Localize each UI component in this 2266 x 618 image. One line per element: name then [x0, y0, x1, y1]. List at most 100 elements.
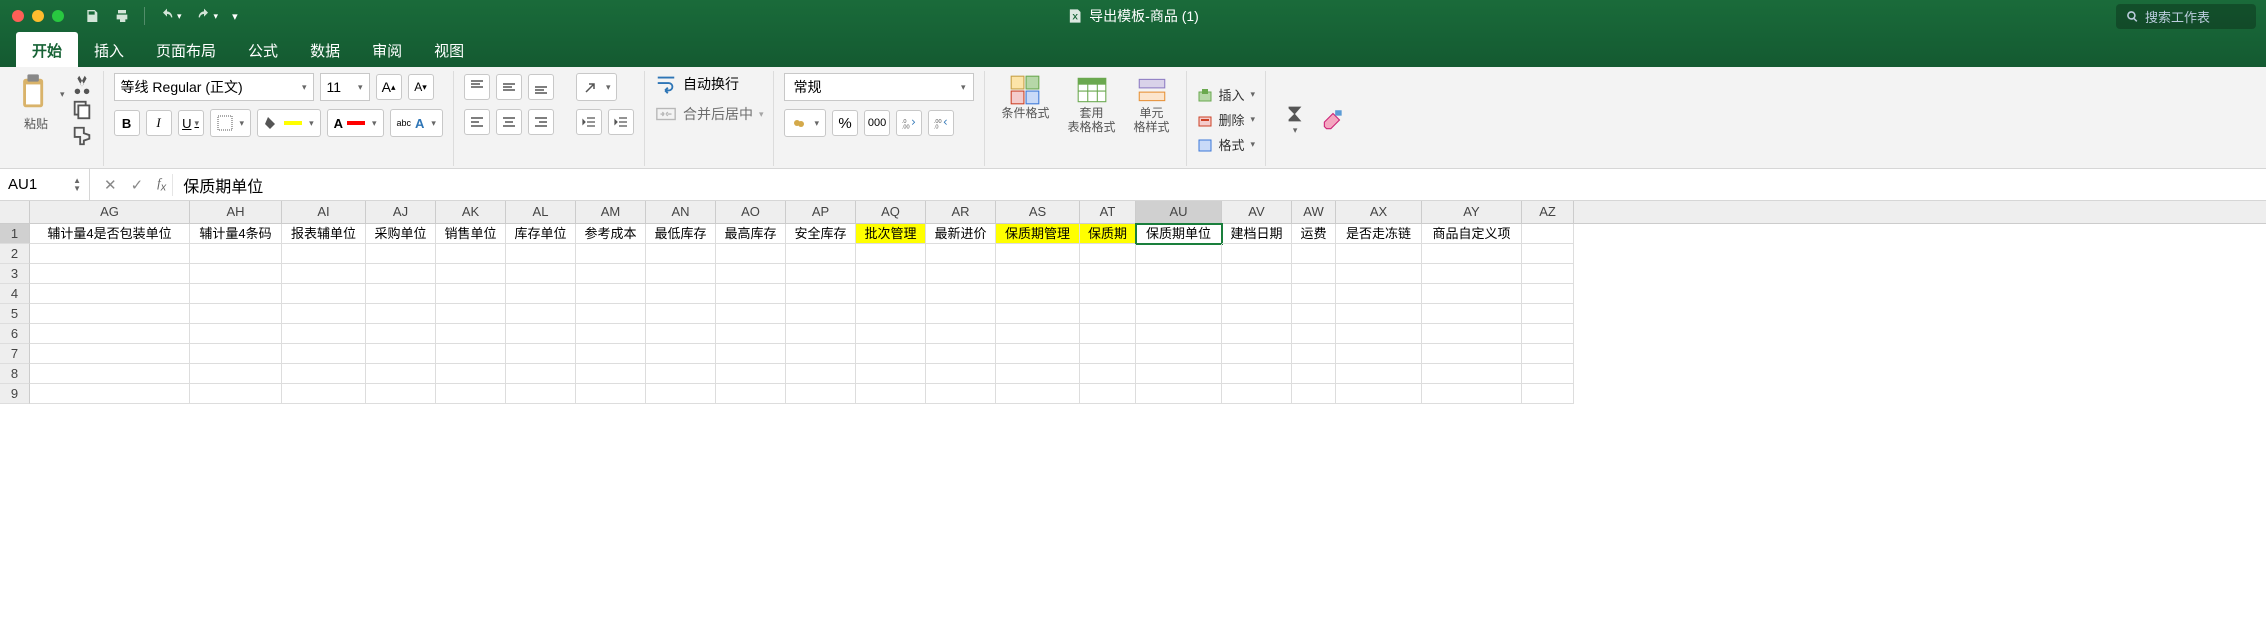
column-header[interactable]: AH	[190, 201, 282, 223]
cell[interactable]	[1422, 244, 1522, 264]
cell[interactable]	[1336, 264, 1422, 284]
copy-icon[interactable]	[71, 99, 93, 121]
cell[interactable]	[190, 344, 282, 364]
cell[interactable]	[1522, 304, 1574, 324]
cell[interactable]	[996, 264, 1080, 284]
cell[interactable]	[646, 304, 716, 324]
cell[interactable]	[716, 244, 786, 264]
conditional-format-button[interactable]: 条件格式	[995, 73, 1055, 121]
align-center-button[interactable]	[496, 109, 522, 135]
cell[interactable]	[1422, 304, 1522, 324]
row-header[interactable]: 9	[0, 384, 30, 404]
orientation-button[interactable]	[576, 73, 618, 101]
decrease-indent-button[interactable]	[576, 109, 602, 135]
cell[interactable]: 报表辅单位	[282, 224, 366, 244]
cell[interactable]	[646, 284, 716, 304]
cell[interactable]	[1422, 364, 1522, 384]
column-header[interactable]: AK	[436, 201, 506, 223]
insert-cells-button[interactable]: 插入▾	[1197, 85, 1256, 104]
cancel-formula-button[interactable]: ✕	[104, 176, 117, 194]
column-header[interactable]: AJ	[366, 201, 436, 223]
cell[interactable]	[996, 344, 1080, 364]
cell[interactable]	[716, 304, 786, 324]
autosum-button[interactable]: ▾	[1276, 103, 1314, 136]
cell[interactable]	[1422, 384, 1522, 404]
cell[interactable]	[786, 264, 856, 284]
cell[interactable]	[786, 284, 856, 304]
column-header[interactable]: AI	[282, 201, 366, 223]
column-header[interactable]: AY	[1422, 201, 1522, 223]
phonetic-button[interactable]: abcA	[390, 109, 443, 137]
cell[interactable]	[436, 324, 506, 344]
cell[interactable]	[436, 344, 506, 364]
cell[interactable]	[856, 304, 926, 324]
cell[interactable]	[996, 384, 1080, 404]
cell[interactable]	[1222, 384, 1292, 404]
cell[interactable]	[436, 244, 506, 264]
spreadsheet-grid[interactable]: AGAHAIAJAKALAMANAOAPAQARASATAUAVAWAXAYAZ…	[0, 201, 2266, 404]
cell[interactable]	[30, 244, 190, 264]
name-box[interactable]: AU1 ▲▼	[0, 169, 90, 200]
row-header[interactable]: 8	[0, 364, 30, 384]
column-header[interactable]: AQ	[856, 201, 926, 223]
select-all-corner[interactable]	[0, 201, 30, 223]
cell[interactable]	[576, 384, 646, 404]
increase-font-button[interactable]: A▴	[376, 74, 402, 100]
cell[interactable]	[786, 364, 856, 384]
fill-color-button[interactable]	[257, 109, 321, 137]
cell[interactable]: 销售单位	[436, 224, 506, 244]
cell[interactable]	[436, 384, 506, 404]
cell[interactable]	[282, 264, 366, 284]
number-format-select[interactable]: 常规▾	[784, 73, 974, 101]
cell[interactable]: 最高库存	[716, 224, 786, 244]
cell[interactable]	[30, 364, 190, 384]
align-bottom-button[interactable]	[528, 74, 554, 100]
cell[interactable]: 建档日期	[1222, 224, 1292, 244]
accounting-format-button[interactable]	[784, 109, 826, 137]
cell[interactable]	[1336, 384, 1422, 404]
cell[interactable]	[30, 264, 190, 284]
cell[interactable]	[1522, 264, 1574, 284]
cell[interactable]	[190, 264, 282, 284]
column-header[interactable]: AN	[646, 201, 716, 223]
cell[interactable]: 运费	[1292, 224, 1336, 244]
cell[interactable]	[1336, 244, 1422, 264]
cell[interactable]	[576, 364, 646, 384]
cell[interactable]: 库存单位	[506, 224, 576, 244]
cell[interactable]: 最低库存	[646, 224, 716, 244]
search-input[interactable]: 搜索工作表	[2116, 4, 2256, 29]
cell-styles-button[interactable]: 单元格样式	[1128, 73, 1176, 135]
cell[interactable]	[926, 384, 996, 404]
tab-数据[interactable]: 数据	[294, 32, 356, 67]
cell[interactable]	[190, 284, 282, 304]
tab-页面布局[interactable]: 页面布局	[140, 32, 232, 67]
cell[interactable]	[1422, 284, 1522, 304]
cell[interactable]	[1522, 244, 1574, 264]
cell[interactable]	[1522, 384, 1574, 404]
cell[interactable]	[366, 364, 436, 384]
tab-插入[interactable]: 插入	[78, 32, 140, 67]
cell[interactable]	[436, 264, 506, 284]
cell[interactable]	[576, 264, 646, 284]
cell[interactable]	[506, 384, 576, 404]
cell[interactable]	[282, 384, 366, 404]
cell[interactable]	[646, 364, 716, 384]
cell[interactable]	[506, 324, 576, 344]
cell[interactable]	[786, 244, 856, 264]
cell[interactable]	[190, 244, 282, 264]
cell[interactable]	[1136, 304, 1222, 324]
cell[interactable]	[1522, 224, 1574, 244]
cell[interactable]	[1080, 384, 1136, 404]
increase-decimal-button[interactable]: .0.00	[896, 110, 922, 136]
percent-format-button[interactable]: %	[832, 110, 858, 136]
cell[interactable]	[1080, 324, 1136, 344]
cell[interactable]	[1522, 344, 1574, 364]
delete-cells-button[interactable]: 删除▾	[1197, 110, 1256, 129]
cell[interactable]	[576, 304, 646, 324]
cell[interactable]	[1222, 244, 1292, 264]
cell[interactable]	[856, 364, 926, 384]
column-header[interactable]: AW	[1292, 201, 1336, 223]
cell[interactable]	[282, 324, 366, 344]
column-header[interactable]: AS	[996, 201, 1080, 223]
cell[interactable]	[1136, 244, 1222, 264]
